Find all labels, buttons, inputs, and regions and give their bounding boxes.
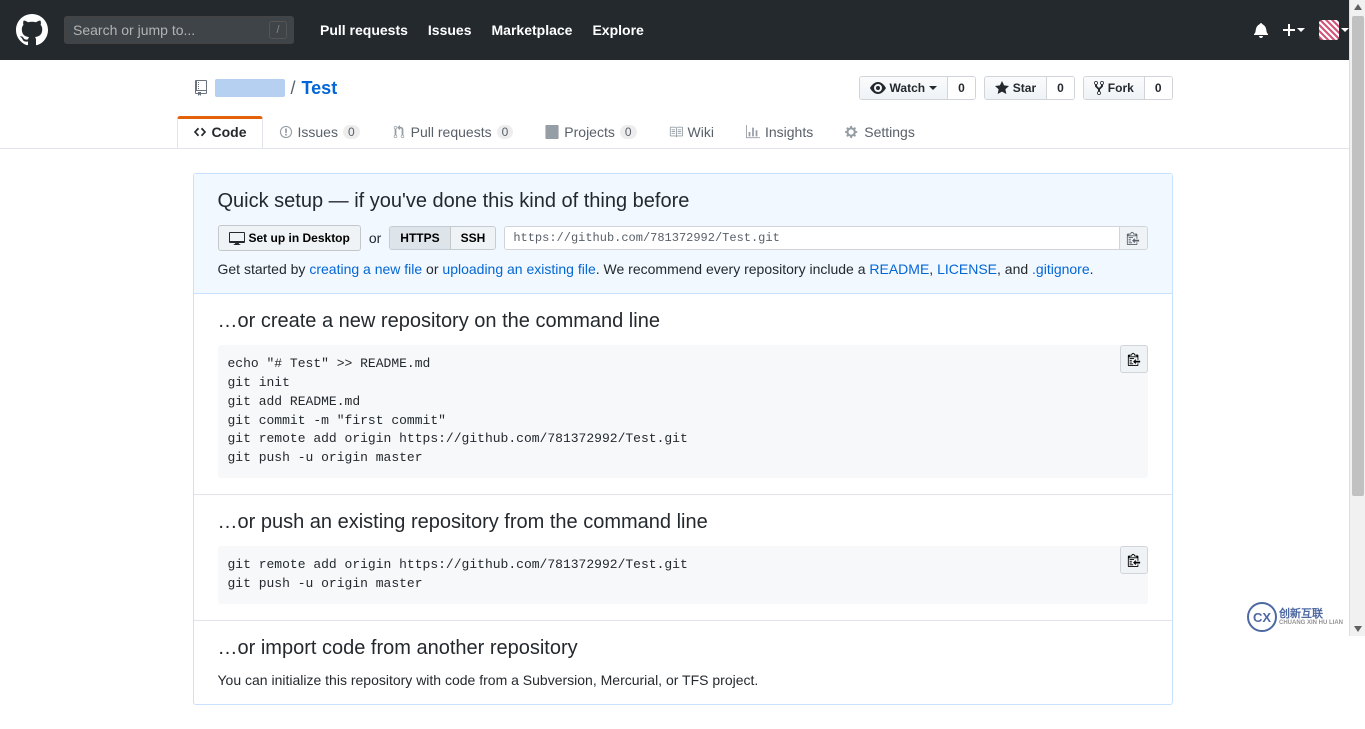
tab-pull-requests[interactable]: Pull requests 0 (376, 116, 530, 148)
clipboard-icon (1127, 553, 1141, 567)
github-logo-icon[interactable] (16, 14, 48, 46)
copy-url-button[interactable] (1119, 227, 1147, 249)
clone-protocol-toggle: HTTPS SSH (389, 226, 496, 250)
import-repo-section: …or import code from another repository … (194, 621, 1172, 704)
setup-desktop-button[interactable]: Set up in Desktop (218, 225, 361, 251)
https-toggle[interactable]: HTTPS (390, 227, 449, 249)
fork-icon (1094, 80, 1104, 96)
create-new-dropdown[interactable] (1283, 22, 1305, 38)
gear-icon (845, 125, 859, 139)
copy-create-commands-button[interactable] (1120, 345, 1148, 373)
quick-setup-hint: Get started by creating a new file or up… (218, 261, 1148, 277)
readme-link[interactable]: README (869, 261, 929, 277)
primary-nav: Pull requests Issues Marketplace Explore (310, 22, 654, 38)
clipboard-icon (1126, 231, 1140, 245)
nav-explore[interactable]: Explore (582, 22, 653, 38)
repo-icon (193, 80, 209, 96)
avatar (1319, 20, 1339, 40)
project-icon (545, 125, 559, 139)
import-repo-sub: You can initialize this repository with … (218, 672, 1148, 688)
desktop-icon (229, 230, 245, 246)
tab-insights[interactable]: Insights (730, 116, 829, 148)
star-button[interactable]: Star (985, 77, 1046, 99)
slash-key-icon: / (269, 21, 287, 39)
import-repo-title: …or import code from another repository (218, 637, 1148, 660)
tab-settings[interactable]: Settings (829, 116, 931, 148)
watch-button[interactable]: Watch (860, 77, 948, 99)
graph-icon (746, 125, 760, 139)
eye-icon (870, 80, 886, 96)
star-count[interactable]: 0 (1046, 77, 1074, 99)
tab-issues[interactable]: Issues 0 (263, 116, 376, 148)
pr-icon (392, 125, 406, 139)
create-repo-code[interactable]: echo "# Test" >> README.md git init git … (218, 345, 1148, 478)
copy-push-commands-button[interactable] (1120, 546, 1148, 574)
chevron-down-icon (1341, 28, 1349, 32)
create-file-link[interactable]: creating a new file (309, 261, 422, 277)
fork-button-group: Fork 0 (1083, 76, 1173, 100)
gitignore-link[interactable]: .gitignore (1032, 261, 1090, 277)
issue-icon (279, 125, 293, 139)
user-menu-dropdown[interactable] (1319, 20, 1349, 40)
chevron-down-icon (1297, 28, 1305, 32)
clone-url-input[interactable] (505, 227, 1118, 249)
nav-issues[interactable]: Issues (418, 22, 482, 38)
owner-link[interactable] (215, 79, 285, 97)
upload-file-link[interactable]: uploading an existing file (442, 261, 595, 277)
push-repo-title: …or push an existing repository from the… (218, 511, 1148, 534)
repo-tabs: Code Issues 0 Pull requests 0 Projects 0… (0, 116, 1365, 149)
create-repo-title: …or create a new repository on the comma… (218, 310, 1148, 333)
nav-marketplace[interactable]: Marketplace (482, 22, 583, 38)
watch-count[interactable]: 0 (947, 77, 975, 99)
clipboard-icon (1127, 352, 1141, 366)
star-button-group: Star 0 (984, 76, 1075, 100)
search-input[interactable]: Search or jump to... / (64, 16, 294, 44)
nav-pull-requests[interactable]: Pull requests (310, 22, 418, 38)
vertical-scrollbar[interactable] (1349, 0, 1365, 636)
book-icon (669, 125, 683, 139)
quick-setup-section: Quick setup — if you've done this kind o… (194, 174, 1172, 294)
create-repo-section: …or create a new repository on the comma… (194, 294, 1172, 495)
tab-projects[interactable]: Projects 0 (529, 116, 652, 148)
license-link[interactable]: LICENSE (937, 261, 997, 277)
fork-button[interactable]: Fork (1084, 77, 1144, 99)
fork-count[interactable]: 0 (1144, 77, 1172, 99)
ssh-toggle[interactable]: SSH (450, 227, 496, 249)
or-text: or (369, 230, 381, 246)
star-icon (995, 80, 1009, 96)
watch-button-group: Watch 0 (859, 76, 976, 100)
quick-setup-title: Quick setup — if you've done this kind o… (218, 190, 1148, 213)
push-repo-code[interactable]: git remote add origin https://github.com… (218, 546, 1148, 604)
tab-code[interactable]: Code (177, 116, 263, 148)
bell-icon[interactable] (1253, 22, 1269, 38)
repo-title: / Test (193, 78, 338, 99)
push-repo-section: …or push an existing repository from the… (194, 495, 1172, 621)
global-header: Search or jump to... / Pull requests Iss… (0, 0, 1365, 60)
code-icon (193, 125, 207, 139)
tab-wiki[interactable]: Wiki (653, 116, 730, 148)
watermark: CX 创新互联 CHUANG XIN HU LIAN (1247, 602, 1343, 632)
repo-name-link[interactable]: Test (302, 78, 338, 99)
